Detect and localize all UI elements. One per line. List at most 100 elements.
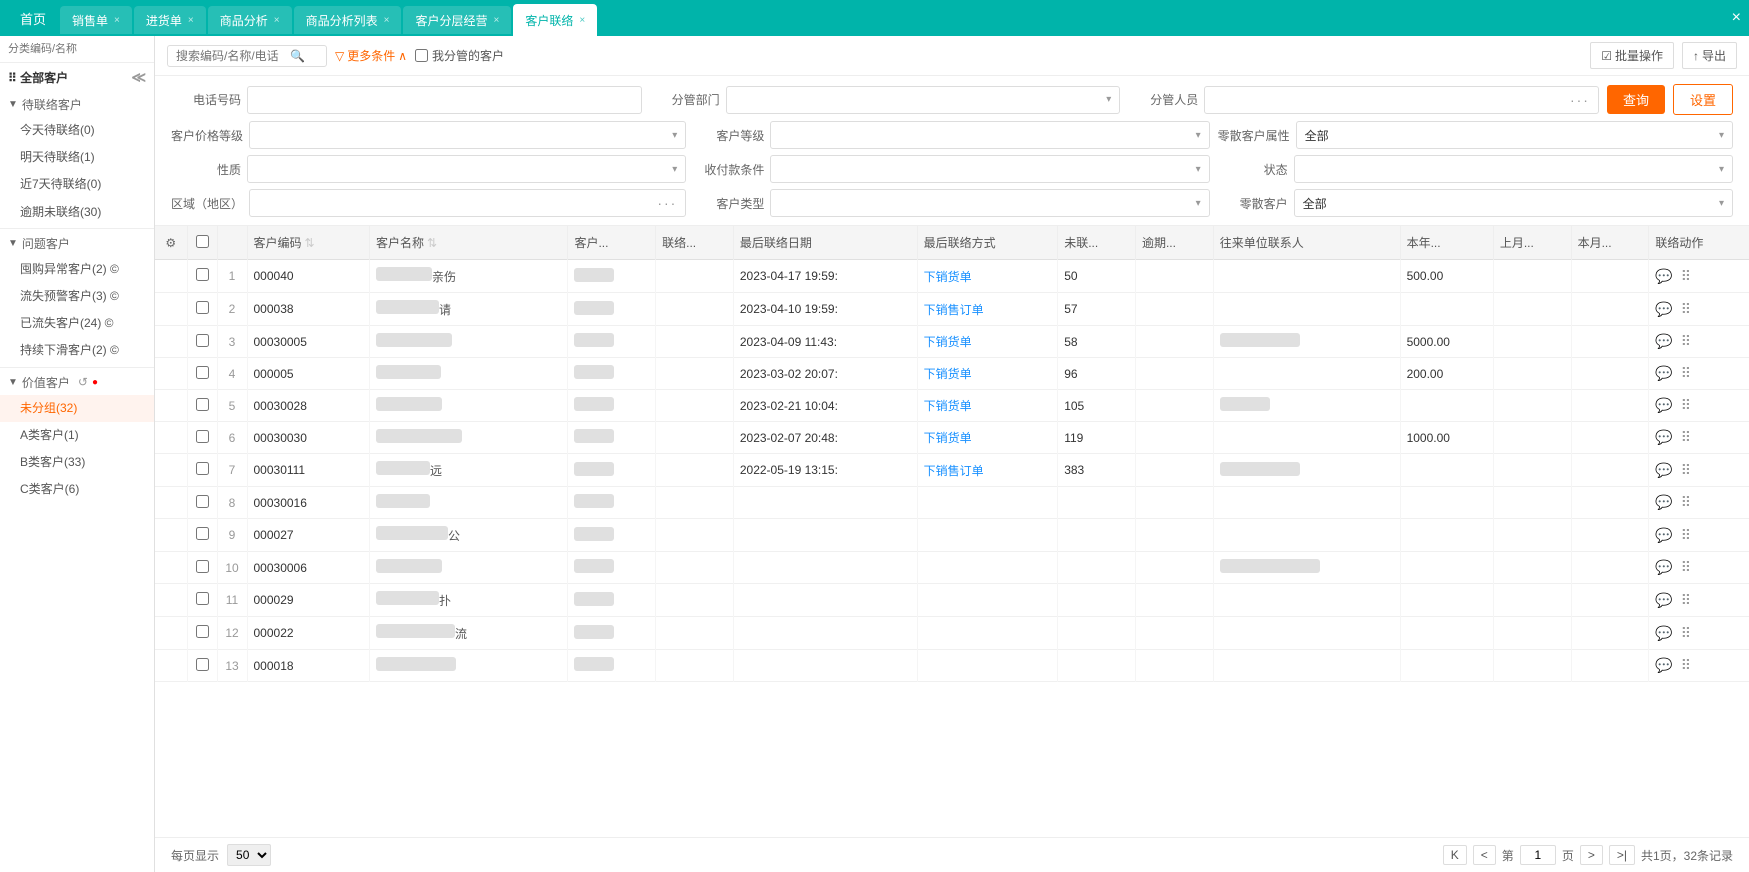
chat-icon[interactable]: 💬 [1655,301,1672,318]
settings-col-header[interactable]: ⚙ [155,226,187,260]
scatter-attr-select[interactable]: 全部▾ [1296,121,1733,149]
nav-tab-customer-contact[interactable]: 客户联络 × [513,4,597,36]
chat-icon[interactable]: 💬 [1655,559,1672,576]
contact-method-link[interactable]: 下销售订单 [924,303,984,317]
refresh-icon[interactable]: ↺ [78,375,88,389]
row-check[interactable] [187,454,217,487]
row-checkbox[interactable] [196,398,209,411]
overdue-col-header[interactable]: 逾期... [1135,226,1213,260]
nature-select[interactable]: ▾ [247,155,686,183]
sidebar-item-unassigned[interactable]: 未分组(32) [0,395,154,422]
manager-input[interactable]: ··· [1204,86,1599,114]
grid-icon[interactable]: ⠿ [1681,494,1691,511]
current-page-input[interactable] [1520,845,1556,865]
chat-icon[interactable]: 💬 [1655,397,1672,414]
last-page-btn[interactable]: >| [1609,845,1635,865]
type-col-header[interactable]: 客户... [568,226,656,260]
this-year-col-header[interactable]: 本年... [1400,226,1493,260]
chat-icon[interactable]: 💬 [1655,657,1672,674]
group-pending-contact[interactable]: ▼ 待联络客户 [0,92,154,117]
search-input[interactable] [176,49,286,63]
row-checkbox[interactable] [196,334,209,347]
close-icon[interactable]: × [114,15,120,26]
row-check[interactable] [187,519,217,552]
code-col-header[interactable]: 客户编码⇅ [247,226,370,260]
row-checkbox[interactable] [196,658,209,671]
prev-page-btn[interactable]: < [1473,845,1496,865]
row-check[interactable] [187,390,217,422]
batch-ops-button[interactable]: ☑ 批量操作 [1590,42,1674,69]
last-month-col-header[interactable]: 上月... [1493,226,1571,260]
sidebar-item-abnormal[interactable]: 囤购异常客户(2) © [0,256,154,283]
row-check[interactable] [187,487,217,519]
price-grade-select[interactable]: ▾ [249,121,686,149]
row-checkbox[interactable] [196,495,209,508]
contact-method-link[interactable]: 下销货单 [924,399,972,413]
row-checkbox[interactable] [196,462,209,475]
grid-icon[interactable]: ⠿ [1681,559,1691,576]
chat-icon[interactable]: 💬 [1655,333,1672,350]
phone-input[interactable] [247,86,642,114]
row-checkbox[interactable] [196,560,209,573]
all-customers-header[interactable]: ⠿ 全部客户 ≪ [0,63,154,92]
grid-icon[interactable]: ⠿ [1681,625,1691,642]
row-check[interactable] [187,584,217,617]
sidebar-item-declining[interactable]: 持续下滑客户(2) © [0,337,154,364]
close-icon[interactable]: × [188,15,194,26]
nav-home[interactable]: 首页 [8,0,58,36]
contact-method-link[interactable]: 下销货单 [924,431,972,445]
close-icon[interactable]: × [579,15,585,26]
close-icon[interactable]: × [384,15,390,26]
nav-tab-customer-tier[interactable]: 客户分层经营 × [403,6,511,34]
sidebar-item-today[interactable]: 今天待联络(0) [0,117,154,144]
row-check[interactable] [187,650,217,682]
grid-icon[interactable]: ⠿ [1681,268,1691,285]
row-check[interactable] [187,552,217,584]
name-col-header[interactable]: 客户名称⇅ [370,226,568,260]
sidebar-item-churn-warning[interactable]: 流失预警客户(3) © [0,283,154,310]
region-input[interactable]: ··· [249,189,686,217]
sidebar-item-class-a[interactable]: A类客户(1) [0,422,154,449]
row-checkbox[interactable] [196,527,209,540]
scatter-select[interactable]: 全部▾ [1294,189,1733,217]
my-customers-check[interactable]: 我分管的客户 [415,47,504,64]
grid-icon[interactable]: ⠿ [1681,657,1691,674]
this-month-col-header[interactable]: 本月... [1571,226,1649,260]
chat-icon[interactable]: 💬 [1655,365,1672,382]
nav-tab-purchase[interactable]: 进货单 × [134,6,206,34]
chat-icon[interactable]: 💬 [1655,268,1672,285]
close-icon[interactable]: × [274,15,280,26]
row-checkbox[interactable] [196,625,209,638]
row-check[interactable] [187,358,217,390]
customer-type-select[interactable]: ▾ [770,189,1209,217]
chat-icon[interactable]: 💬 [1655,625,1672,642]
sidebar-item-class-b[interactable]: B类客户(33) [0,449,154,476]
sidebar-search-input[interactable] [8,43,150,55]
sidebar-item-tomorrow[interactable]: 明天待联络(1) [0,144,154,171]
group-problem-customers[interactable]: ▼ 问题客户 [0,231,154,256]
last-method-col-header[interactable]: 最后联络方式 [917,226,1058,260]
unit-contact-col-header[interactable]: 往来单位联系人 [1213,226,1400,260]
sidebar-item-overdue[interactable]: 逾期未联络(30) [0,199,154,226]
group-value-customers[interactable]: ▼ 价值客户 ↺ ● [0,370,154,395]
last-date-col-header[interactable]: 最后联络日期 [733,226,917,260]
row-checkbox[interactable] [196,301,209,314]
first-page-btn[interactable]: K [1443,845,1467,865]
grid-icon[interactable]: ⠿ [1681,592,1691,609]
query-button[interactable]: 查询 [1607,85,1665,114]
grid-icon[interactable]: ⠿ [1681,301,1691,318]
search-icon[interactable]: 🔍 [290,49,305,63]
chat-icon[interactable]: 💬 [1655,494,1672,511]
row-checkbox[interactable] [196,430,209,443]
chat-icon[interactable]: 💬 [1655,527,1672,544]
my-customers-checkbox[interactable] [415,49,428,62]
select-all-checkbox[interactable] [196,235,209,248]
status-select[interactable]: ▾ [1294,155,1733,183]
row-check[interactable] [187,260,217,293]
export-button[interactable]: ↑ 导出 [1682,42,1737,69]
grid-icon[interactable]: ⠿ [1681,462,1691,479]
row-checkbox[interactable] [196,592,209,605]
close-icon[interactable]: × [493,15,499,26]
chat-icon[interactable]: 💬 [1655,462,1672,479]
row-checkbox[interactable] [196,268,209,281]
